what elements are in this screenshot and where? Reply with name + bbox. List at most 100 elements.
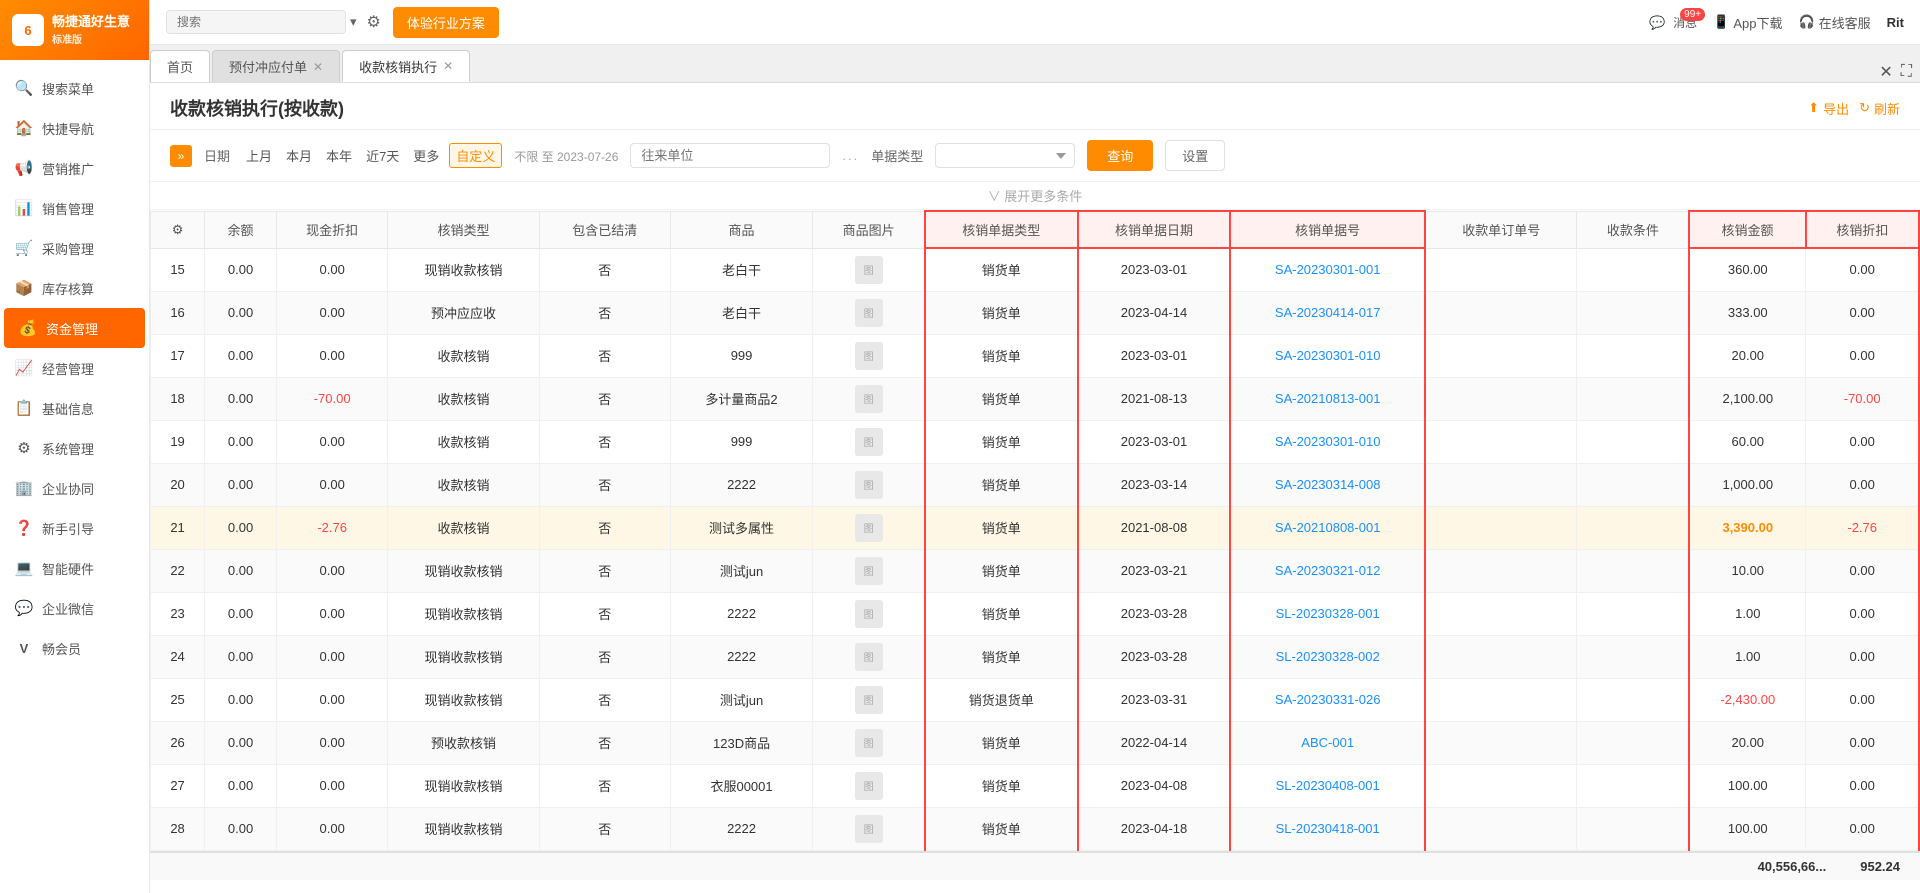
sidebar-label-hardware: 智能硬件 bbox=[42, 559, 94, 578]
tab-advance[interactable]: 预付冲应付单 ✕ bbox=[212, 50, 340, 82]
filter-expand-button[interactable]: » bbox=[170, 145, 192, 167]
industry-solution-button[interactable]: 体验行业方案 bbox=[393, 7, 499, 38]
date-opt-this-year[interactable]: 本年 bbox=[322, 144, 356, 167]
cell-include-cleared: 否 bbox=[539, 721, 670, 764]
tab-advance-close-icon[interactable]: ✕ bbox=[313, 60, 323, 74]
tab-collection[interactable]: 收款核销执行 ✕ bbox=[342, 50, 470, 82]
cell-bill-cancel-no[interactable]: SA-20230314-008 bbox=[1230, 463, 1425, 506]
header-action-buttons: ⬆ 导出 ↻ 刷新 bbox=[1808, 99, 1900, 118]
cell-collection-condition bbox=[1577, 377, 1689, 420]
cell-bill-cancel-date: 2023-04-14 bbox=[1078, 291, 1231, 334]
cell-goods-image: 图 bbox=[813, 721, 925, 764]
sidebar-item-search[interactable]: 🔍 搜索菜单 bbox=[0, 68, 149, 108]
sidebar-item-member[interactable]: V 畅会员 bbox=[0, 628, 149, 668]
date-opt-more[interactable]: 更多 bbox=[409, 144, 443, 167]
user-profile-button[interactable]: Rit bbox=[1887, 15, 1904, 30]
cell-bill-cancel-no[interactable]: SA-20210813-001 bbox=[1230, 377, 1425, 420]
tab-collection-label: 收款核销执行 bbox=[359, 57, 437, 76]
col-header-settings[interactable]: ⚙ bbox=[151, 211, 205, 248]
close-window-button[interactable]: ✕ bbox=[1879, 62, 1892, 82]
sidebar-item-enterprise[interactable]: 🏢 企业协同 bbox=[0, 468, 149, 508]
cell-cancel-amount: 100.00 bbox=[1689, 807, 1806, 850]
cell-goods: 2222 bbox=[670, 807, 812, 850]
cell-cash-discount: 0.00 bbox=[276, 764, 387, 807]
cell-bill-cancel-type: 销货单 bbox=[925, 291, 1078, 334]
search-input[interactable] bbox=[166, 10, 346, 34]
sidebar-item-finance[interactable]: 💰 资金管理 bbox=[4, 308, 145, 348]
cell-cancel-type: 收款核销 bbox=[388, 377, 539, 420]
date-opt-7days[interactable]: 近7天 bbox=[362, 144, 403, 167]
sidebar-item-wechat[interactable]: 💬 企业微信 bbox=[0, 588, 149, 628]
expand-more-label: ∨ 展开更多条件 bbox=[988, 186, 1083, 205]
cell-bill-cancel-no[interactable]: SA-20230321-012 bbox=[1230, 549, 1425, 592]
cell-cancel-amount: 20.00 bbox=[1689, 334, 1806, 377]
tab-collection-close-icon[interactable]: ✕ bbox=[443, 59, 453, 73]
cell-bill-cancel-no[interactable]: ABC-001 bbox=[1230, 721, 1425, 764]
cell-bill-cancel-no[interactable]: SL-20230328-001 bbox=[1230, 592, 1425, 635]
cell-cancel-discount: 0.00 bbox=[1806, 678, 1919, 721]
date-opt-last-month[interactable]: 上月 bbox=[242, 144, 276, 167]
cell-bill-cancel-no[interactable]: SA-20230301-010 bbox=[1230, 420, 1425, 463]
search-icon: 🔍 bbox=[14, 78, 34, 98]
export-button[interactable]: ⬆ 导出 bbox=[1808, 99, 1849, 118]
cell-bill-cancel-date: 2023-03-01 bbox=[1078, 248, 1231, 291]
expand-more-bar[interactable]: ∨ 展开更多条件 bbox=[150, 182, 1920, 210]
notifications-button[interactable]: 💬 99+ 消息 bbox=[1649, 14, 1697, 31]
refresh-button[interactable]: ↻ 刷新 bbox=[1859, 99, 1900, 118]
gear-icon[interactable]: ⚙ bbox=[367, 12, 381, 32]
sidebar-item-guide[interactable]: ❓ 新手引导 bbox=[0, 508, 149, 548]
cell-bill-cancel-no[interactable]: SA-20210808-001 bbox=[1230, 506, 1425, 549]
cell-bill-cancel-no[interactable]: SL-20230328-002 bbox=[1230, 635, 1425, 678]
tab-home[interactable]: 首页 bbox=[150, 50, 210, 82]
cell-goods: 2222 bbox=[670, 463, 812, 506]
sidebar-item-sales[interactable]: 📊 销售管理 bbox=[0, 188, 149, 228]
cell-cash-discount: -70.00 bbox=[276, 377, 387, 420]
sidebar-item-inventory[interactable]: 📦 库存核算 bbox=[0, 268, 149, 308]
inventory-icon: 📦 bbox=[14, 278, 34, 298]
app-download-button[interactable]: 📱 App下载 bbox=[1713, 13, 1782, 32]
cell-bill-cancel-no[interactable]: SL-20230408-001 bbox=[1230, 764, 1425, 807]
cell-id: 28 bbox=[151, 807, 205, 850]
online-service-button[interactable]: 🎧 在线客服 bbox=[1798, 13, 1870, 32]
date-opt-custom[interactable]: 自定义 bbox=[449, 143, 502, 168]
cell-bill-cancel-no[interactable]: SA-20230301-010 bbox=[1230, 334, 1425, 377]
cell-bill-cancel-no[interactable]: SA-20230414-017 bbox=[1230, 291, 1425, 334]
table-row: 26 0.00 0.00 预收款核销 否 123D商品 图 销货单 2022-0… bbox=[151, 721, 1920, 764]
cell-bill-cancel-no[interactable]: SA-20230301-001 bbox=[1230, 248, 1425, 291]
sidebar-item-system[interactable]: ⚙ 系统管理 bbox=[0, 428, 149, 468]
topbar-right-actions: 💬 99+ 消息 📱 App下载 🎧 在线客服 Rit bbox=[1649, 13, 1904, 32]
settings-button[interactable]: 设置 bbox=[1165, 140, 1225, 171]
dropdown-arrow-icon[interactable]: ▾ bbox=[350, 14, 357, 30]
sidebar-item-quick-nav[interactable]: 🏠 快捷导航 bbox=[0, 108, 149, 148]
sidebar-item-operations[interactable]: 📈 经营管理 bbox=[0, 348, 149, 388]
cell-id: 27 bbox=[151, 764, 205, 807]
sidebar-item-base-info[interactable]: 📋 基础信息 bbox=[0, 388, 149, 428]
topbar: ▾ ⚙ 体验行业方案 💬 99+ 消息 📱 App下载 🎧 在线客服 Rit bbox=[150, 0, 1920, 45]
cell-cancel-discount: 0.00 bbox=[1806, 764, 1919, 807]
unit-filter-input[interactable] bbox=[630, 143, 830, 168]
bell-icon: 💬 bbox=[1649, 15, 1665, 30]
cell-cancel-discount: 0.00 bbox=[1806, 334, 1919, 377]
total-cancel-amount-value: 40,556,66... bbox=[1758, 859, 1827, 874]
maximize-window-button[interactable]: ⛶ bbox=[1901, 63, 1912, 81]
col-header-cancel-discount: 核销折扣 bbox=[1806, 211, 1919, 248]
cell-cancel-type: 现销收款核销 bbox=[388, 764, 539, 807]
sidebar-item-purchase[interactable]: 🛒 采购管理 bbox=[0, 228, 149, 268]
query-button[interactable]: 查询 bbox=[1087, 140, 1153, 171]
cell-collection-order-no bbox=[1425, 635, 1577, 678]
cell-collection-condition bbox=[1577, 721, 1689, 764]
sidebar-item-marketing[interactable]: 📢 营销推广 bbox=[0, 148, 149, 188]
cell-goods-image: 图 bbox=[813, 807, 925, 850]
cell-cash-discount: 0.00 bbox=[276, 635, 387, 678]
cell-cancel-amount: 1.00 bbox=[1689, 592, 1806, 635]
cell-bill-cancel-date: 2023-03-14 bbox=[1078, 463, 1231, 506]
cell-cancel-amount: 2,100.00 bbox=[1689, 377, 1806, 420]
sidebar-item-hardware[interactable]: 💻 智能硬件 bbox=[0, 548, 149, 588]
cell-cash-discount: 0.00 bbox=[276, 592, 387, 635]
cell-bill-cancel-no[interactable]: SL-20230418-001 bbox=[1230, 807, 1425, 850]
cell-balance: 0.00 bbox=[205, 764, 277, 807]
cell-bill-cancel-no[interactable]: SA-20230331-026 bbox=[1230, 678, 1425, 721]
date-opt-this-month[interactable]: 本月 bbox=[282, 144, 316, 167]
bill-type-select[interactable] bbox=[935, 143, 1075, 168]
data-table-container[interactable]: ⚙ 余额 现金折扣 核销类型 包含已结清 商品 商品图片 核销单据类型 核销单据… bbox=[150, 210, 1920, 893]
